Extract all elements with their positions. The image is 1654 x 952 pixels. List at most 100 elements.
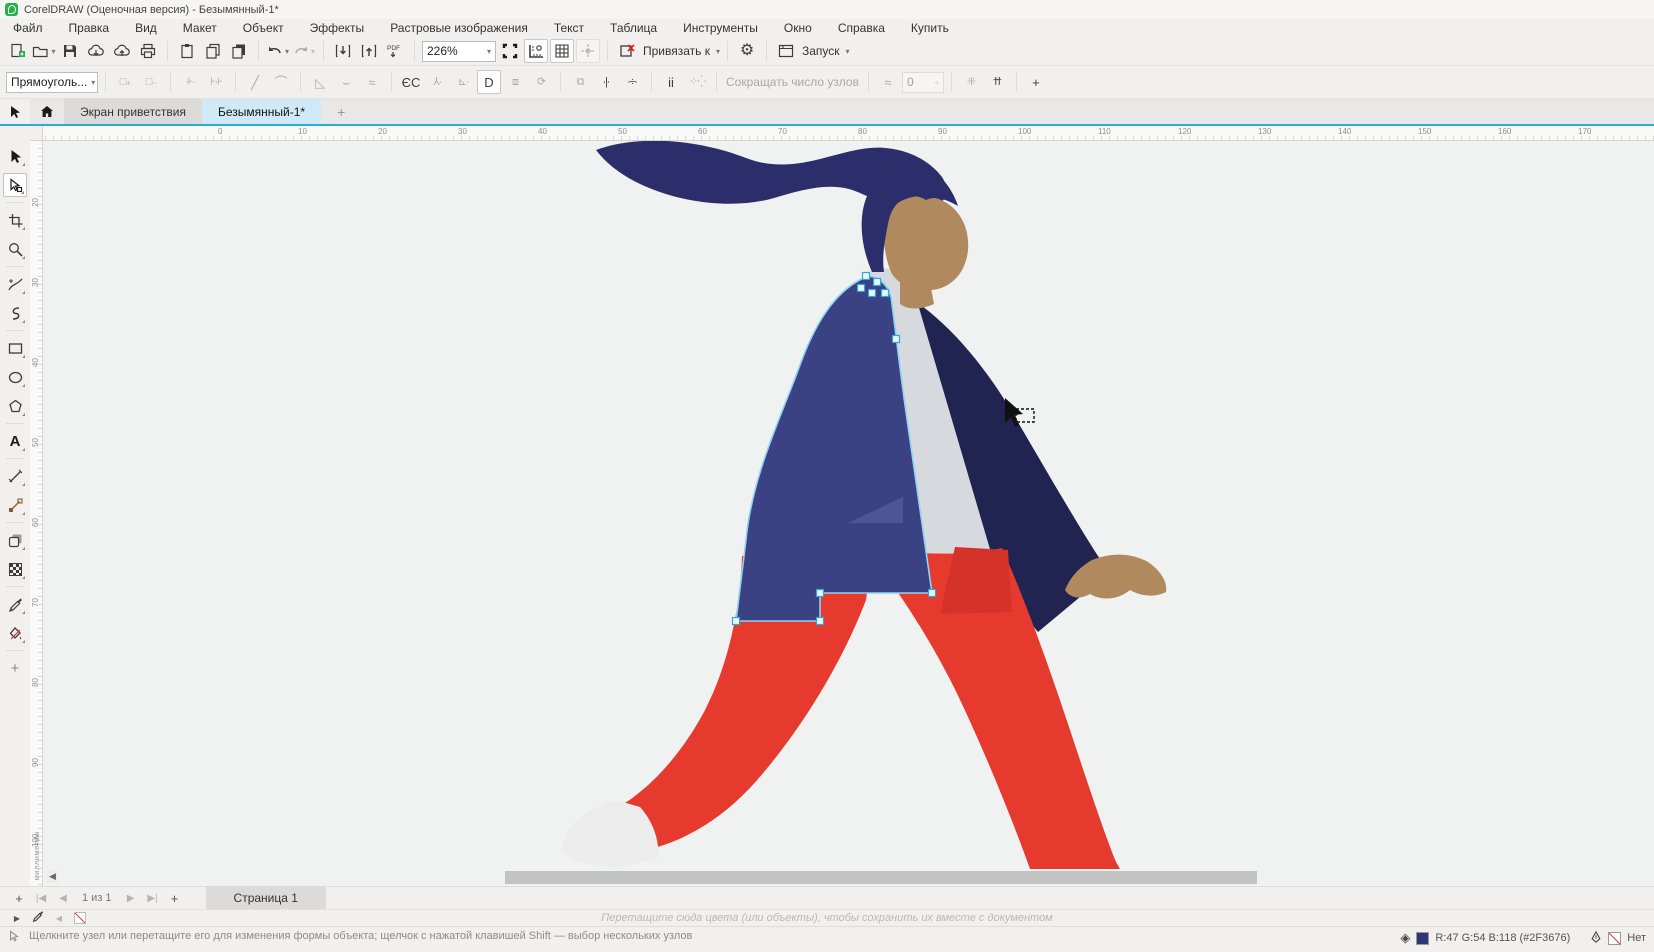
interactive-fill-tool[interactable] — [3, 621, 27, 645]
menu-file[interactable]: Файл — [0, 20, 56, 36]
launch-dropdown-icon[interactable]: ▾ — [846, 47, 850, 56]
reverse-direction-button[interactable]: ЄC — [399, 70, 423, 94]
new-document-tab-button[interactable]: + — [321, 99, 361, 124]
preset-dropdown-icon[interactable]: ▾ — [91, 78, 95, 87]
symmetrical-node-button[interactable]: ≈ — [360, 70, 384, 94]
cusp-node-button[interactable]: ◺ — [308, 70, 332, 94]
menu-object[interactable]: Объект — [230, 20, 297, 36]
menu-buy[interactable]: Купить — [898, 20, 962, 36]
align-nodes-button[interactable]: ⧉ — [568, 70, 592, 94]
zoom-dropdown-icon[interactable]: ▾ — [487, 47, 491, 56]
import-button[interactable] — [331, 39, 355, 63]
show-guidelines-button[interactable] — [576, 39, 600, 63]
ellipse-tool[interactable] — [3, 365, 27, 389]
duplicate-button[interactable] — [227, 39, 251, 63]
drop-shadow-tool[interactable] — [3, 528, 27, 552]
palette-flyout-icon[interactable]: ▶ — [8, 909, 26, 927]
new-document-button[interactable] — [6, 39, 30, 63]
home-tab[interactable] — [30, 99, 64, 124]
last-page-button[interactable]: ▶| — [144, 889, 162, 907]
no-color-swatch[interactable] — [74, 912, 86, 924]
dimension-tool[interactable] — [3, 464, 27, 488]
publish-pdf-button[interactable]: PDF — [383, 39, 407, 63]
curve-smoothness-button[interactable]: ⁜ — [959, 70, 983, 94]
open-from-cloud-button[interactable] — [84, 39, 108, 63]
tab-document[interactable]: Безымянный-1* — [202, 99, 322, 124]
tab-welcome-screen[interactable]: Экран приветствия — [64, 99, 203, 124]
smoothing-spinner[interactable]: 0 ÷ — [901, 71, 944, 93]
redo-dropdown-icon[interactable]: ▾ — [311, 47, 315, 56]
add-tool-button[interactable]: + — [3, 656, 27, 680]
menu-layout[interactable]: Макет — [170, 20, 230, 36]
polygon-tool[interactable] — [3, 394, 27, 418]
smooth-node-button[interactable]: ⌣ — [334, 70, 358, 94]
stretch-nodes-button[interactable]: ⧈ — [503, 70, 527, 94]
launcher-icon[interactable] — [774, 39, 798, 63]
delete-node-button[interactable]: □₋ — [139, 70, 163, 94]
zoom-level-combo[interactable]: 226% ▾ — [422, 40, 496, 62]
palette-scroll-left-icon[interactable]: ◀ — [50, 909, 68, 927]
menu-help[interactable]: Справка — [825, 20, 898, 36]
rotate-nodes-button[interactable]: ⟳ — [529, 70, 553, 94]
open-button[interactable]: ▾ — [32, 39, 56, 63]
snap-to-label[interactable]: Привязать к — [641, 44, 712, 58]
snap-off-button[interactable] — [615, 39, 639, 63]
horizontal-ruler[interactable]: 0 10 20 30 40 50 60 70 80 90 100 110 120 130 140 150 160… — [30, 126, 1654, 141]
previous-page-button[interactable]: ◀ — [54, 889, 72, 907]
menu-tools[interactable]: Инструменты — [670, 20, 771, 36]
freehand-tool[interactable] — [3, 272, 27, 296]
shape-preset-combo[interactable]: Прямоуголь... ▾ — [6, 71, 98, 93]
transparency-tool[interactable] — [3, 557, 27, 581]
show-grid-button[interactable] — [550, 39, 574, 63]
menu-effects[interactable]: Эффекты — [297, 20, 378, 36]
join-nodes-button[interactable]: ∙⊦∙ — [178, 70, 202, 94]
shape-tool[interactable] — [3, 173, 27, 197]
open-dropdown-icon[interactable]: ▾ — [51, 47, 55, 56]
launch-label[interactable]: Запуск — [800, 44, 842, 58]
palette-eyedropper-icon[interactable] — [32, 909, 44, 927]
options-gear-button[interactable]: ⚙ — [735, 39, 759, 63]
close-curve-button[interactable]: D — [477, 70, 501, 94]
show-rulers-button[interactable] — [524, 39, 548, 63]
connector-tool[interactable] — [3, 493, 27, 517]
save-button[interactable] — [58, 39, 82, 63]
convert-to-curve-button[interactable]: ⌒ — [269, 70, 293, 94]
extract-subpath-button[interactable]: ⊾∙ — [451, 70, 475, 94]
pick-tool[interactable] — [3, 144, 27, 168]
eyedropper-tool[interactable] — [3, 592, 27, 616]
redo-button[interactable]: ▾ — [292, 39, 316, 63]
menu-window[interactable]: Окно — [771, 20, 825, 36]
undo-button[interactable]: ▾ — [266, 39, 290, 63]
distribute-nodes-button[interactable]: ∙÷∙ — [620, 70, 644, 94]
add-page-after-button[interactable]: + — [166, 889, 184, 907]
export-button[interactable] — [357, 39, 381, 63]
break-nodes-button[interactable]: ⊦∙⊦ — [204, 70, 228, 94]
reflect-nodes-button[interactable]: ii — [659, 70, 683, 94]
full-screen-preview-button[interactable] — [498, 39, 522, 63]
canvas-scroll-left-arrow[interactable]: ◀ — [46, 870, 59, 883]
menu-bitmaps[interactable]: Растровые изображения — [377, 20, 541, 36]
outline-none-swatch[interactable] — [1608, 931, 1622, 945]
save-to-cloud-button[interactable] — [110, 39, 134, 63]
select-all-nodes-button[interactable]: ϯϯ — [985, 70, 1009, 94]
elastic-mode-button[interactable]: ⁘⁛ — [685, 70, 709, 94]
zoom-tool[interactable] — [3, 237, 27, 261]
menu-table[interactable]: Таблица — [597, 20, 670, 36]
menu-edit[interactable]: Правка — [56, 20, 123, 36]
print-button[interactable] — [136, 39, 160, 63]
paste-button[interactable] — [175, 39, 199, 63]
undo-dropdown-icon[interactable]: ▾ — [285, 47, 289, 56]
first-page-button[interactable]: |◀ — [32, 889, 50, 907]
artistic-media-tool[interactable] — [3, 301, 27, 325]
text-tool[interactable]: A — [3, 429, 27, 453]
vertical-ruler[interactable]: миллиметры 20 30 40 50 60 70 80 90 100 — [30, 141, 43, 886]
drawing-canvas[interactable] — [43, 141, 1654, 886]
fill-color-swatch[interactable] — [1416, 931, 1430, 945]
convert-to-line-button[interactable]: ╱ — [243, 70, 267, 94]
copy-button[interactable] — [201, 39, 225, 63]
snap-to-dropdown-icon[interactable]: ▾ — [716, 47, 720, 56]
menu-text[interactable]: Текст — [541, 20, 597, 36]
ruler-origin-corner[interactable] — [30, 126, 43, 141]
add-page-before-button[interactable]: + — [10, 889, 28, 907]
rectangle-tool[interactable] — [3, 336, 27, 360]
